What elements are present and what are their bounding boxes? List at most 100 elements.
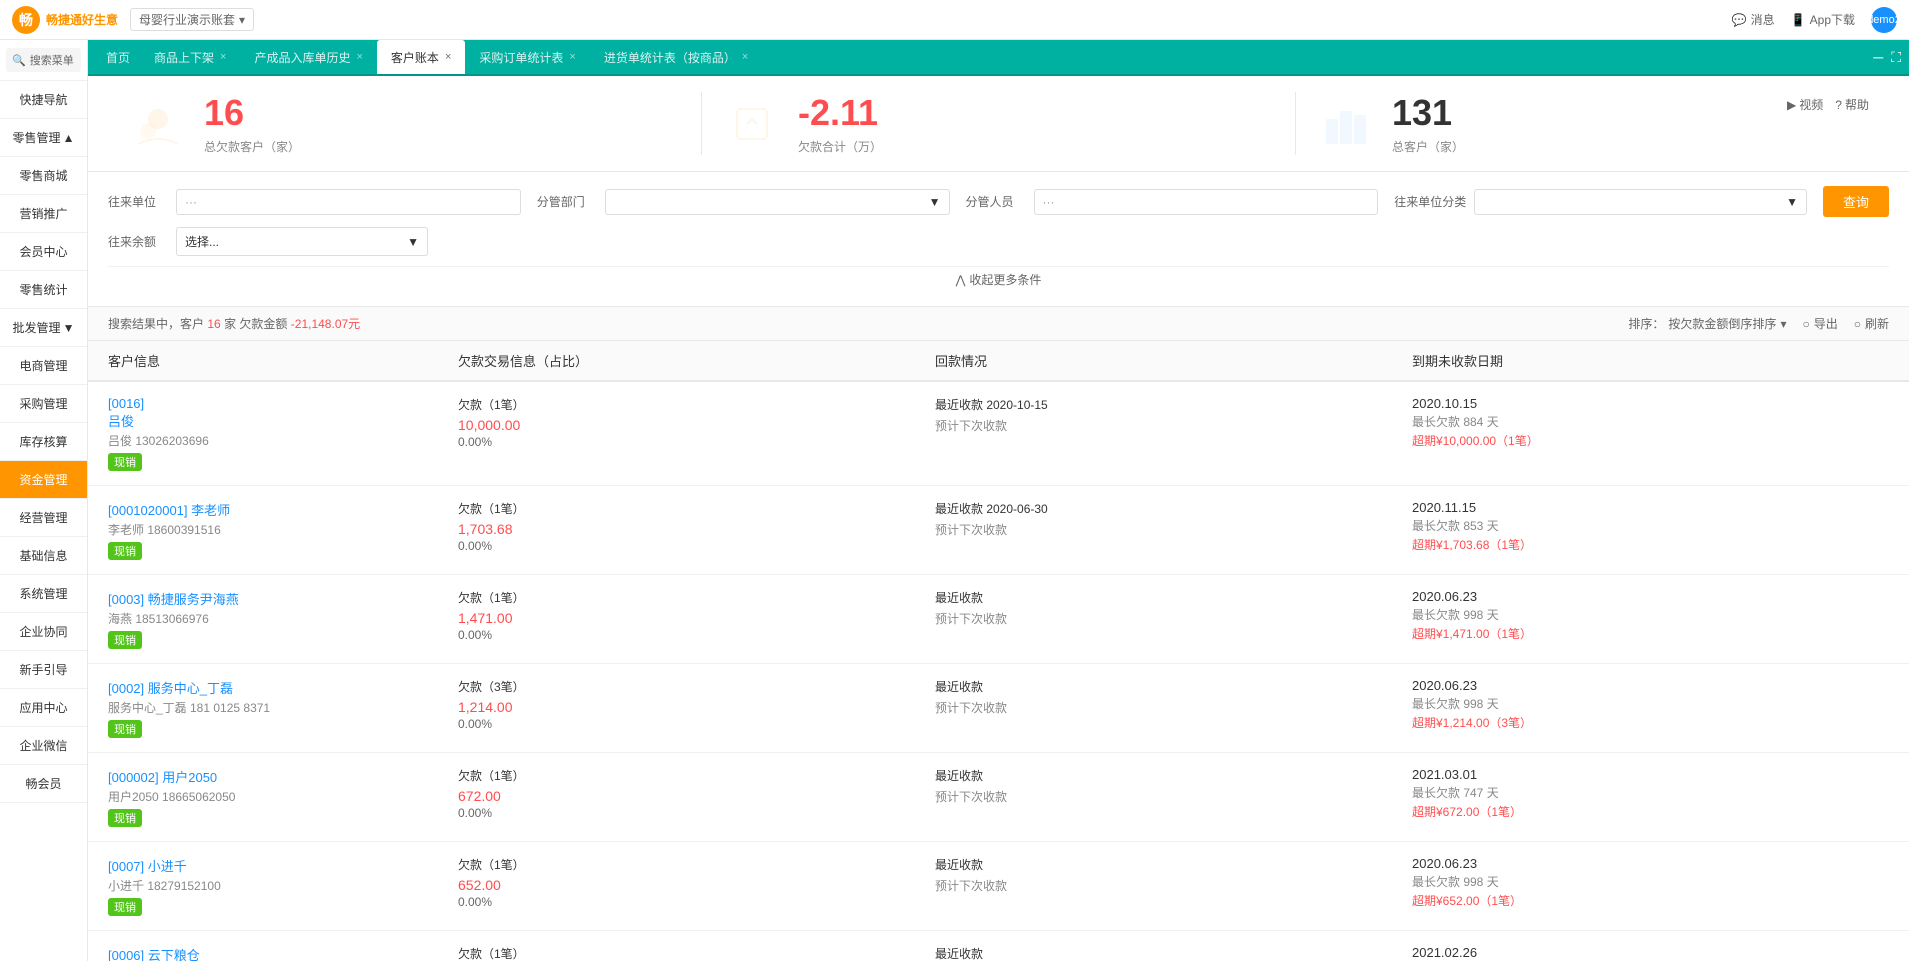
top-bar-left: 畅 畅捷通好生意 母婴行业演示账套 ▾ — [12, 6, 254, 34]
filter-select-dept[interactable]: ▼ — [605, 189, 950, 215]
customer-sub: 用户2050 18665062050 — [108, 788, 458, 805]
overdue-info: 2021.03.01 最长欠款 747 天 超期¥672.00（1笔） — [1412, 767, 1889, 820]
overdue-amount-link[interactable]: 超期¥1,703.68（1笔） — [1412, 536, 1889, 553]
sidebar-item-retail-mall[interactable]: 零售商城 — [0, 157, 87, 195]
customer-info: [0006] 云下粮仓 陈小希 现销 — [108, 945, 458, 961]
customer-name[interactable]: 服务中心_丁磊 — [148, 681, 233, 696]
sidebar-item-member[interactable]: 会员中心 — [0, 233, 87, 271]
help-btn[interactable]: ? 帮助 — [1835, 96, 1869, 113]
tab-close-icon[interactable]: × — [569, 51, 575, 63]
logo-icon: 畅 — [12, 6, 40, 34]
sidebar-item-system[interactable]: 系统管理 — [0, 575, 87, 613]
debt-info: 欠款（1笔） 652.00 0.00% — [458, 856, 935, 909]
customer-sub: 吕俊 13026203696 — [108, 432, 458, 449]
message-btn[interactable]: 💬 消息 — [1732, 11, 1775, 28]
debt-info: 欠款（1笔） 455.90 0.00% — [458, 945, 935, 961]
customer-code[interactable]: [0002] — [108, 681, 144, 696]
sidebar-item-enterprise[interactable]: 企业协同 — [0, 613, 87, 651]
sidebar-item-basic-info[interactable]: 基础信息 — [0, 537, 87, 575]
sort-selector[interactable]: 排序： 按欠款金额倒序排序 ▾ — [1628, 315, 1786, 332]
overdue-info: 2020.06.23 最长欠款 998 天 超期¥1,471.00（1笔） — [1412, 589, 1889, 642]
tab-product-offshelf[interactable]: 商品上下架 × — [140, 40, 240, 74]
sidebar-item-finance[interactable]: 资金管理 — [0, 461, 87, 499]
filter-select-balance[interactable]: 选择... ▼ — [176, 227, 428, 256]
tab-close-icon[interactable]: × — [220, 51, 226, 63]
sidebar-item-purchase[interactable]: 采购管理 — [0, 385, 87, 423]
overdue-amount-link[interactable]: 超期¥652.00（1笔） — [1412, 892, 1889, 909]
overdue-amount-link[interactable]: 超期¥1,214.00（3笔） — [1412, 714, 1889, 731]
debt-count: 欠款（1笔） — [458, 767, 935, 784]
customer-code[interactable]: [000002] — [108, 770, 159, 785]
filter-input-manager[interactable]: ··· — [1034, 189, 1379, 215]
customer-code[interactable]: [0001020001] — [108, 503, 188, 518]
tab-home[interactable]: 首页 — [96, 40, 140, 74]
sidebar-item-operations[interactable]: 经营管理 — [0, 499, 87, 537]
main-layout: 🔍 搜索菜单 快捷导航 零售管理 ▲ 零售商城 营销推广 会员中心 零售统计 — [0, 40, 1909, 961]
sidebar-item-retail-stat[interactable]: 零售统计 — [0, 271, 87, 309]
video-btn[interactable]: ▶ 视频 — [1787, 96, 1823, 113]
message-icon: 💬 — [1732, 13, 1747, 27]
export-btn[interactable]: ○ 导出 — [1802, 315, 1837, 332]
customer-code[interactable]: [0003] — [108, 592, 144, 607]
store-selector[interactable]: 母婴行业演示账套 ▾ — [130, 8, 254, 31]
overdue-amount-link[interactable]: 超期¥10,000.00（1笔） — [1412, 432, 1889, 449]
tab-product-history[interactable]: 产成品入库单历史 × — [240, 40, 376, 74]
customer-code[interactable]: [0007] — [108, 859, 144, 874]
sidebar-item-batch-mgmt[interactable]: 批发管理 ▼ — [0, 309, 87, 347]
collapse-btn[interactable]: ⋀ 收起更多条件 — [108, 266, 1889, 292]
tab-close-icon[interactable]: × — [356, 51, 362, 63]
dropdown-arrow-icon: ▼ — [929, 195, 941, 209]
app-name: 畅捷通好生意 — [46, 11, 118, 28]
sidebar-item-quick-nav[interactable]: 快捷导航 — [0, 81, 87, 119]
sidebar-item-retail-mgmt[interactable]: 零售管理 ▲ — [0, 119, 87, 157]
query-button[interactable]: 查询 — [1823, 186, 1889, 217]
sidebar-item-member-vip[interactable]: 畅会员 — [0, 765, 87, 803]
debt-count: 欠款（1笔） — [458, 589, 935, 606]
avatar[interactable]: demo2 — [1871, 7, 1897, 33]
filter-manager: 分管人员 ··· — [966, 189, 1379, 215]
recovery-info: 最近收款 预计下次收款 — [935, 945, 1412, 961]
sidebar: 🔍 搜索菜单 快捷导航 零售管理 ▲ 零售商城 营销推广 会员中心 零售统计 — [0, 40, 88, 961]
filter-row-2: 往来余额 选择... ▼ — [108, 227, 1889, 256]
tab-purchase-stat[interactable]: 进货单统计表（按商品） × — [590, 40, 762, 74]
tab-close-icon[interactable]: × — [445, 51, 451, 63]
app-download-btn[interactable]: 📱 App下载 — [1791, 11, 1855, 28]
customer-code[interactable]: [0006] — [108, 948, 144, 961]
sidebar-item-ecommerce[interactable]: 电商管理 — [0, 347, 87, 385]
overdue-amount-link[interactable]: 超期¥1,471.00（1笔） — [1412, 625, 1889, 642]
customer-name-link[interactable]: [0016] — [108, 396, 458, 411]
table-row: [0001020001] 李老师 李老师 18600391516 现销 欠款（1… — [88, 486, 1909, 575]
filter-dept: 分管部门 ▼ — [537, 189, 950, 215]
overdue-max-days: 最长欠款 853 天 — [1412, 517, 1889, 534]
overdue-amount-link[interactable]: 超期¥672.00（1笔） — [1412, 803, 1889, 820]
overdue-info: 2020.06.23 最长欠款 998 天 超期¥1,214.00（3笔） — [1412, 678, 1889, 731]
sidebar-item-marketing[interactable]: 营销推广 — [0, 195, 87, 233]
customer-name[interactable]: 畅捷服务尹海燕 — [148, 592, 239, 607]
customer-name[interactable]: 用户2050 — [162, 770, 217, 785]
maximize-icon[interactable]: ⛶ — [1891, 49, 1901, 66]
customer-name[interactable]: 小进千 — [148, 859, 187, 874]
customer-name[interactable]: 吕俊 — [108, 414, 134, 429]
customer-name[interactable]: 云下粮仓 — [148, 948, 200, 961]
overdue-date: 2020.06.23 — [1412, 678, 1889, 693]
search-menu-btn[interactable]: 🔍 搜索菜单 — [6, 48, 81, 72]
store-arrow-icon: ▾ — [239, 13, 245, 27]
tab-close-icon[interactable]: × — [742, 51, 748, 63]
overdue-date: 2020.06.23 — [1412, 856, 1889, 871]
minimize-icon[interactable]: ─ — [1873, 49, 1883, 66]
filter-select-unit-category[interactable]: ▼ — [1474, 189, 1807, 215]
sidebar-item-app-center[interactable]: 应用中心 — [0, 689, 87, 727]
total-customers-label: 总客户（家） — [1392, 138, 1464, 155]
debt-count: 欠款（1笔） — [458, 945, 935, 961]
tab-customer-account[interactable]: 客户账本 × — [377, 40, 465, 74]
last-payment: 最近收款 — [935, 678, 1412, 695]
sidebar-item-inventory[interactable]: 库存核算 — [0, 423, 87, 461]
debt-count: 欠款（3笔） — [458, 678, 935, 695]
refresh-btn[interactable]: ○ 刷新 — [1854, 315, 1889, 332]
customer-name[interactable]: 李老师 — [191, 503, 230, 518]
sidebar-item-wechat[interactable]: 企业微信 — [0, 727, 87, 765]
sidebar-item-guide[interactable]: 新手引导 — [0, 651, 87, 689]
tab-purchase-order[interactable]: 采购订单统计表 × — [465, 40, 589, 74]
filter-input-from-unit[interactable]: ··· — [176, 189, 521, 215]
table-row: [0002] 服务中心_丁磊 服务中心_丁磊 181 0125 8371 现销 … — [88, 664, 1909, 753]
